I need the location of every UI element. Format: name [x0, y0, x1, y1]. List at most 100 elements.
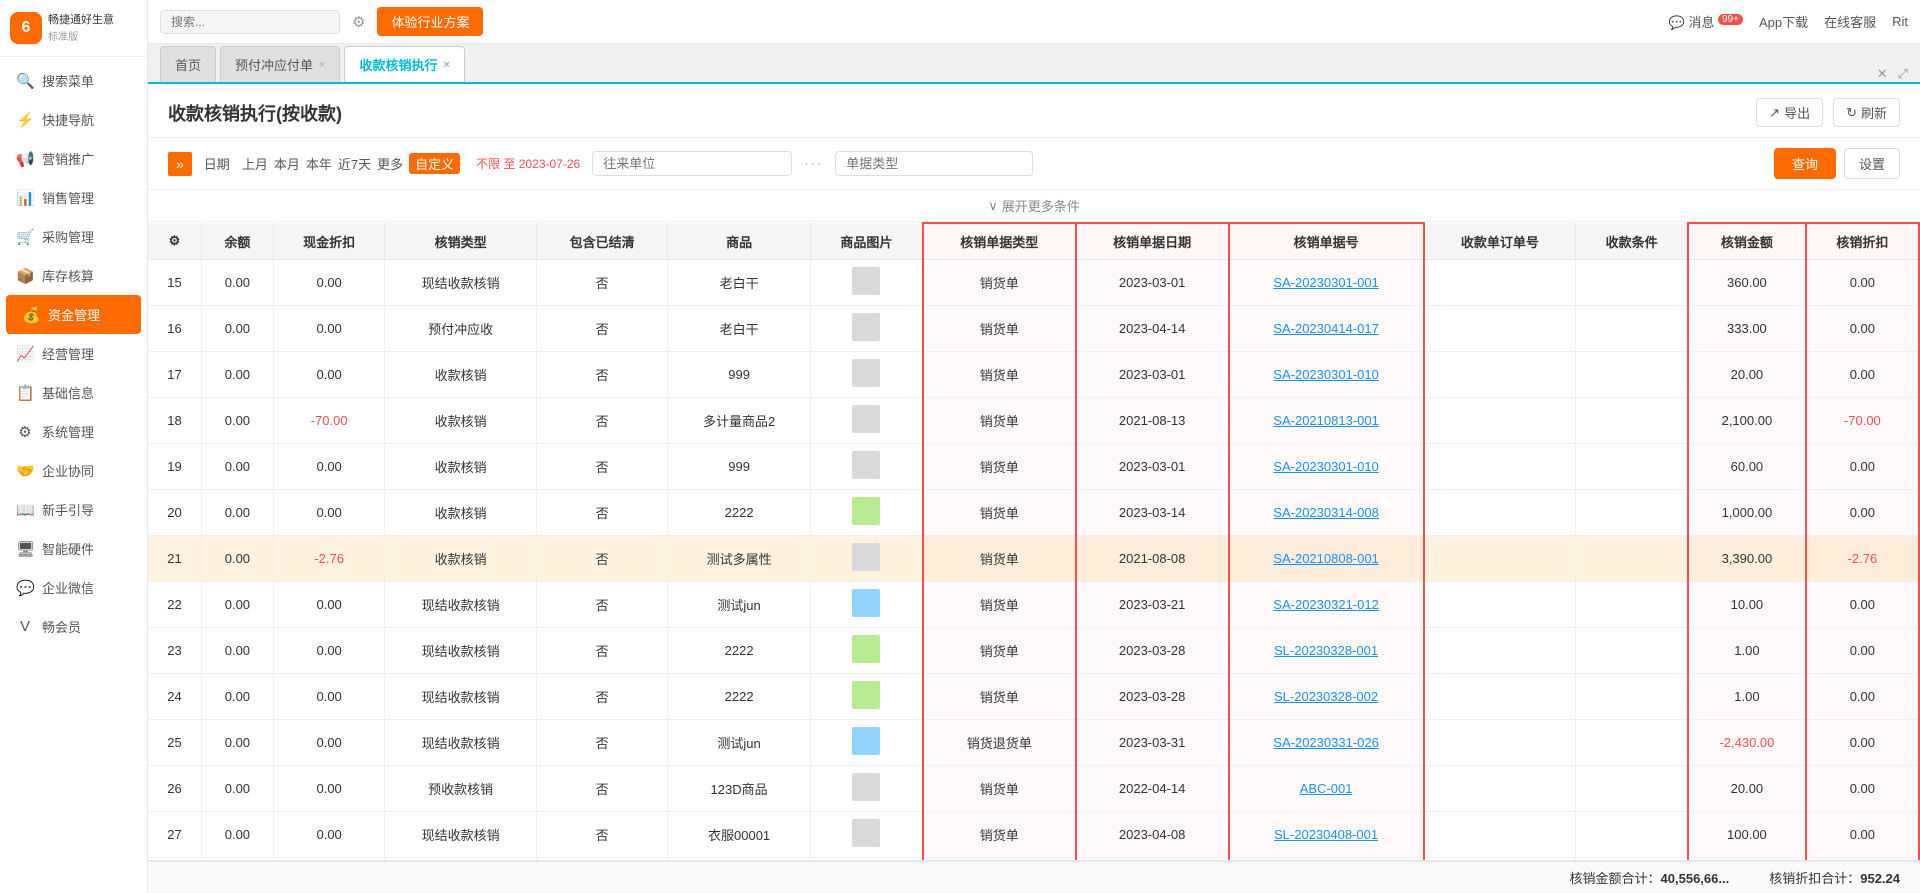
industry-btn[interactable]: 体验行业方案	[377, 7, 483, 36]
sidebar-item-智能硬件[interactable]: 🖥智能硬件	[0, 529, 147, 568]
close-window-icon[interactable]: ✕	[1877, 66, 1888, 82]
bill-no-link[interactable]: SA-20210808-001	[1273, 551, 1379, 566]
sidebar-item-销售管理[interactable]: 📊销售管理	[0, 178, 147, 217]
more-link[interactable]: 更多	[377, 154, 403, 173]
this-year-link[interactable]: 本年	[306, 154, 332, 173]
query-btn[interactable]: 查询	[1774, 148, 1836, 179]
table-cell-9[interactable]: SA-20230331-026	[1229, 720, 1424, 766]
tab-close-icon[interactable]: ×	[443, 59, 449, 71]
table-cell-6	[810, 444, 922, 490]
sidebar-item-营销推广[interactable]: 📢营销推广	[0, 139, 147, 178]
bill-no-link[interactable]: SA-20230301-001	[1273, 275, 1379, 290]
bill-no-link[interactable]: SA-20230301-010	[1273, 367, 1379, 382]
table-cell-9[interactable]: SL-20230328-001	[1229, 628, 1424, 674]
table-cell-8: 2023-03-01	[1076, 352, 1229, 398]
table-cell-3: 预收款核销	[385, 766, 536, 812]
table-cell-2: 0.00	[273, 306, 385, 352]
sidebar-item-快捷导航[interactable]: ⚡快捷导航	[0, 100, 147, 139]
table-row: 240.000.00现结收款核销否2222销货单2023-03-28SL-202…	[148, 674, 1919, 720]
sidebar-item-资金管理[interactable]: 💰资金管理	[6, 295, 141, 334]
app-download[interactable]: App下载	[1759, 12, 1808, 31]
tab-预付冲应付单[interactable]: 预付冲应付单 ×	[220, 46, 340, 82]
bill-no-link[interactable]: ABC-001	[1300, 781, 1353, 796]
table-cell-9[interactable]: SL-20230408-001	[1229, 812, 1424, 858]
user-name[interactable]: Rit	[1892, 14, 1908, 29]
table-cell-13: 0.00	[1806, 352, 1919, 398]
main-container: ⚙ 体验行业方案 💬 消息 99+ App下载 在线客服 Rit 首页预付冲应付…	[148, 0, 1920, 893]
table-cell-13: 0.00	[1806, 674, 1919, 720]
tab-首页[interactable]: 首页	[160, 46, 216, 82]
tab-收款核销执行[interactable]: 收款核销执行 ×	[344, 46, 464, 82]
sidebar-item-基础信息[interactable]: 📋基础信息	[0, 373, 147, 412]
table-cell-11	[1576, 398, 1688, 444]
table-cell-10	[1424, 582, 1576, 628]
custom-date-btn[interactable]: 自定义	[409, 153, 460, 174]
table-cell-6	[810, 398, 922, 444]
table-cell-1: 0.00	[201, 720, 273, 766]
table-cell-9[interactable]: SL-20230328-002	[1229, 674, 1424, 720]
sidebar-item-库存核算[interactable]: 📦库存核算	[0, 256, 147, 295]
col-header-8: 核销单据日期	[1076, 223, 1229, 260]
maximize-icon[interactable]: ⤢	[1898, 66, 1908, 82]
sidebar-item-畅会员[interactable]: V畅会员	[0, 607, 147, 646]
refresh-btn[interactable]: ↻ 刷新	[1833, 98, 1900, 127]
bill-no-link[interactable]: SA-20230301-010	[1273, 459, 1379, 474]
col-header-0: ⚙	[148, 223, 201, 260]
online-service[interactable]: 在线客服	[1824, 12, 1876, 31]
table-cell-4: 否	[536, 536, 668, 582]
bill-no-link[interactable]: SA-20210813-001	[1273, 413, 1379, 428]
tab-close-icon[interactable]: ×	[319, 59, 325, 71]
table-cell-9[interactable]: SA-20230301-010	[1229, 444, 1424, 490]
topbar-search[interactable]	[160, 10, 340, 34]
col-header-11: 收款条件	[1576, 223, 1688, 260]
sidebar-item-企业微信[interactable]: 💬企业微信	[0, 568, 147, 607]
table-cell-9[interactable]: SA-20230414-017	[1229, 306, 1424, 352]
table-cell-3: 收款核销	[385, 490, 536, 536]
bill-no-link[interactable]: SL-20230408-001	[1274, 827, 1378, 842]
sidebar-item-新手引导[interactable]: 📖新手引导	[0, 490, 147, 529]
table-cell-11	[1576, 674, 1688, 720]
bill-no-link[interactable]: SA-20230414-017	[1273, 321, 1379, 336]
table-cell-9[interactable]: SA-20210813-001	[1229, 398, 1424, 444]
table-cell-2: -70.00	[273, 398, 385, 444]
table-cell-9[interactable]: SA-20230321-012	[1229, 582, 1424, 628]
this-month-link[interactable]: 本月	[274, 154, 300, 173]
table-cell-7: 销货单	[923, 674, 1076, 720]
partner-input[interactable]	[592, 151, 792, 176]
bill-no-link[interactable]: SA-20230321-012	[1273, 597, 1379, 612]
sidebar-item-系统管理[interactable]: ⚙系统管理	[0, 412, 147, 451]
filter-expand-btn[interactable]: »	[168, 152, 192, 176]
bill-no-link[interactable]: SA-20230314-008	[1273, 505, 1379, 520]
table-cell-9[interactable]: SA-20230301-010	[1229, 352, 1424, 398]
settings-icon[interactable]: ⚙	[352, 13, 365, 31]
table-cell-11	[1576, 444, 1688, 490]
table-cell-5: 2222	[668, 674, 811, 720]
bill-no-link[interactable]: SL-20230328-001	[1274, 643, 1378, 658]
last7-link[interactable]: 近7天	[338, 154, 371, 173]
table-cell-12: 2,100.00	[1688, 398, 1806, 444]
sidebar-item-采购管理[interactable]: 🛒采购管理	[0, 217, 147, 256]
last-month-link[interactable]: 上月	[242, 154, 268, 173]
table-cell-9[interactable]: SA-20230314-008	[1229, 490, 1424, 536]
bill-no-link[interactable]: SL-20230328-002	[1274, 689, 1378, 704]
export-btn[interactable]: ↗ 导出	[1756, 98, 1823, 127]
topbar: ⚙ 体验行业方案 💬 消息 99+ App下载 在线客服 Rit	[148, 0, 1920, 44]
bill-no-link[interactable]: SA-20230331-026	[1273, 735, 1379, 750]
table-cell-9[interactable]: SA-20210808-001	[1229, 536, 1424, 582]
table-cell-6	[810, 674, 922, 720]
message-area[interactable]: 💬 消息 99+	[1669, 12, 1743, 31]
sidebar-item-搜索菜单[interactable]: 🔍搜索菜单	[0, 61, 147, 100]
setting-btn[interactable]: 设置	[1844, 148, 1900, 179]
expand-more-btn[interactable]: ∨ 展开更多条件	[988, 196, 1080, 215]
table-cell-12: 100.00	[1688, 812, 1806, 858]
table-cell-9[interactable]: ABC-001	[1229, 766, 1424, 812]
table-cell-2: 0.00	[273, 812, 385, 858]
table-cell-7: 销货单	[923, 306, 1076, 352]
nav-icon: 📢	[16, 150, 34, 168]
table-cell-12: 1.00	[1688, 628, 1806, 674]
bill-type-select[interactable]	[835, 151, 1033, 176]
nav-icon: 💬	[16, 579, 34, 597]
sidebar-item-经营管理[interactable]: 📈经营管理	[0, 334, 147, 373]
sidebar-item-企业协同[interactable]: 🤝企业协同	[0, 451, 147, 490]
table-cell-9[interactable]: SA-20230301-001	[1229, 260, 1424, 306]
